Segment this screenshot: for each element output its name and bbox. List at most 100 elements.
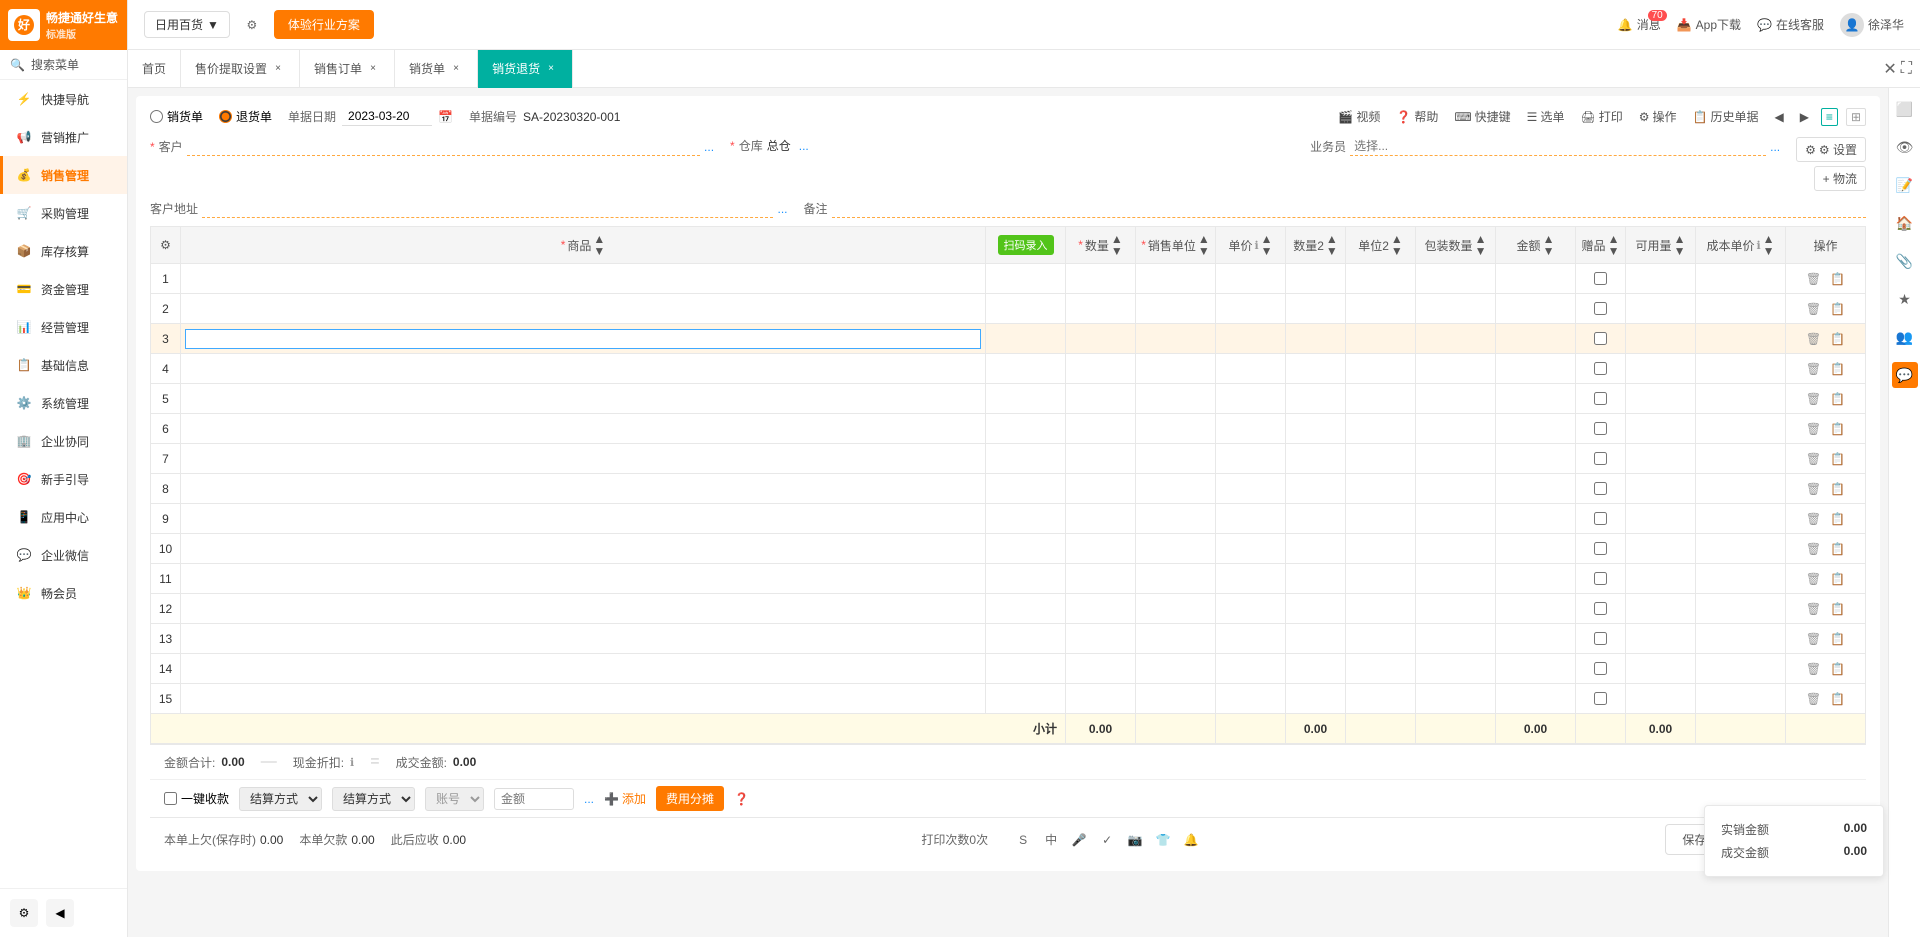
amount-cell[interactable]	[1496, 564, 1576, 594]
gift-checkbox[interactable]	[1594, 692, 1607, 705]
unit2-cell[interactable]	[1346, 414, 1416, 444]
gift-checkbox[interactable]	[1594, 662, 1607, 675]
unit-cell[interactable]	[1136, 564, 1216, 594]
unit2-cell[interactable]	[1346, 324, 1416, 354]
add-payment-btn[interactable]: ➕ 添加	[604, 790, 646, 807]
sort-qty2[interactable]: ▲▼	[1326, 233, 1338, 257]
pack-cell[interactable]	[1416, 534, 1496, 564]
sort-costprice[interactable]: ▲▼	[1763, 233, 1775, 257]
sort-price[interactable]: ▲▼	[1261, 233, 1273, 257]
account-select-btn[interactable]: ...	[584, 792, 594, 806]
product-cell[interactable]	[181, 654, 986, 684]
delete-row-btn[interactable]: 🗑	[1804, 479, 1824, 499]
unit-cell[interactable]	[1136, 504, 1216, 534]
product-cell[interactable]	[181, 504, 986, 534]
customer-input[interactable]	[187, 137, 700, 156]
toolbar-icon-5[interactable]: 📷	[1124, 829, 1146, 851]
tab-close-sales-price[interactable]: ×	[271, 62, 285, 76]
delete-row-btn[interactable]: 🗑	[1804, 329, 1824, 349]
view-toggle-grid[interactable]: ⊞	[1846, 108, 1866, 126]
sort-unit[interactable]: ▲▼	[1198, 233, 1210, 257]
gift-checkbox[interactable]	[1594, 332, 1607, 345]
gift-checkbox[interactable]	[1594, 452, 1607, 465]
qty2-cell[interactable]	[1286, 504, 1346, 534]
price-cell[interactable]	[1216, 534, 1286, 564]
qty2-cell[interactable]	[1286, 624, 1346, 654]
sidebar-item-basic[interactable]: 📋 基础信息	[0, 346, 127, 384]
gift-cell[interactable]	[1576, 264, 1626, 294]
price-cell[interactable]	[1216, 264, 1286, 294]
account-select[interactable]: 账号	[425, 787, 484, 811]
right-panel-icon-4[interactable]: 🏠	[1892, 210, 1918, 236]
app-download-btn[interactable]: 📥 App下载	[1677, 16, 1741, 33]
amount-cell[interactable]	[1496, 504, 1576, 534]
qty2-cell[interactable]	[1286, 594, 1346, 624]
price-cell[interactable]	[1216, 564, 1286, 594]
amount-cell[interactable]	[1496, 264, 1576, 294]
price-cell[interactable]	[1216, 354, 1286, 384]
gift-cell[interactable]	[1576, 444, 1626, 474]
delete-row-btn[interactable]: 🗑	[1804, 419, 1824, 439]
qty2-cell[interactable]	[1286, 684, 1346, 714]
sidebar-item-newbie[interactable]: 🎯 新手引导	[0, 460, 127, 498]
price-cell[interactable]	[1216, 474, 1286, 504]
amount-cell[interactable]	[1496, 414, 1576, 444]
salesperson-select-btn[interactable]: ...	[1770, 140, 1780, 154]
pack-cell[interactable]	[1416, 354, 1496, 384]
amount-cell[interactable]	[1496, 594, 1576, 624]
price-cell[interactable]	[1216, 624, 1286, 654]
qty-cell[interactable]	[1066, 564, 1136, 594]
unit-cell[interactable]	[1136, 654, 1216, 684]
unit2-cell[interactable]	[1346, 384, 1416, 414]
right-panel-icon-2[interactable]: 👁	[1892, 134, 1918, 160]
right-panel-icon-5[interactable]: 📎	[1892, 248, 1918, 274]
delete-row-btn[interactable]: 🗑	[1804, 269, 1824, 289]
costprice-info-icon[interactable]: ℹ	[1756, 239, 1760, 252]
sidebar-item-member[interactable]: 👑 畅会员	[0, 574, 127, 612]
product-cell[interactable]	[181, 444, 986, 474]
copy-row-btn[interactable]: 📋	[1828, 539, 1848, 559]
select-btn[interactable]: ☰ 选单	[1523, 106, 1569, 127]
calendar-icon[interactable]: 📅	[438, 110, 453, 124]
gift-cell[interactable]	[1576, 474, 1626, 504]
tab-close-sales-delivery[interactable]: ×	[449, 62, 463, 76]
pack-cell[interactable]	[1416, 594, 1496, 624]
unit2-cell[interactable]	[1346, 534, 1416, 564]
gift-checkbox[interactable]	[1594, 302, 1607, 315]
qty2-cell[interactable]	[1286, 354, 1346, 384]
gift-cell[interactable]	[1576, 504, 1626, 534]
copy-row-btn[interactable]: 📋	[1828, 419, 1848, 439]
sort-product[interactable]: ▲▼	[593, 233, 605, 257]
unit-cell[interactable]	[1136, 294, 1216, 324]
delete-row-btn[interactable]: 🗑	[1804, 689, 1824, 709]
gift-cell[interactable]	[1576, 324, 1626, 354]
salesperson-input[interactable]	[1350, 137, 1766, 156]
toolbar-icon-1[interactable]: S	[1012, 829, 1034, 851]
next-doc-btn[interactable]: ▶	[1796, 108, 1813, 126]
qty-cell[interactable]	[1066, 414, 1136, 444]
discount-info-icon[interactable]: ℹ	[350, 756, 354, 769]
product-cell[interactable]	[181, 354, 986, 384]
pack-cell[interactable]	[1416, 294, 1496, 324]
close-all-tabs-btn[interactable]: ✕	[1883, 59, 1896, 79]
right-panel-icon-3[interactable]: 📝	[1892, 172, 1918, 198]
gift-checkbox[interactable]	[1594, 422, 1607, 435]
price-cell[interactable]	[1216, 384, 1286, 414]
history-btn[interactable]: 📋 历史单据	[1688, 106, 1762, 127]
gift-checkbox[interactable]	[1594, 392, 1607, 405]
copy-row-btn[interactable]: 📋	[1828, 329, 1848, 349]
qty2-cell[interactable]	[1286, 654, 1346, 684]
product-cell[interactable]	[181, 564, 986, 594]
qty-cell[interactable]	[1066, 294, 1136, 324]
daily-goods-select[interactable]: 日用百货 ▼	[144, 11, 230, 38]
unit-cell[interactable]	[1136, 264, 1216, 294]
qty-cell[interactable]	[1066, 324, 1136, 354]
product-cell[interactable]	[181, 624, 986, 654]
operation-btn[interactable]: ⚙ 操作	[1635, 106, 1681, 127]
tab-home[interactable]: 首页	[128, 50, 181, 88]
product-cell[interactable]	[181, 294, 986, 324]
tab-close-sales-order[interactable]: ×	[366, 62, 380, 76]
gift-checkbox[interactable]	[1594, 482, 1607, 495]
delete-row-btn[interactable]: 🗑	[1804, 539, 1824, 559]
gift-cell[interactable]	[1576, 294, 1626, 324]
